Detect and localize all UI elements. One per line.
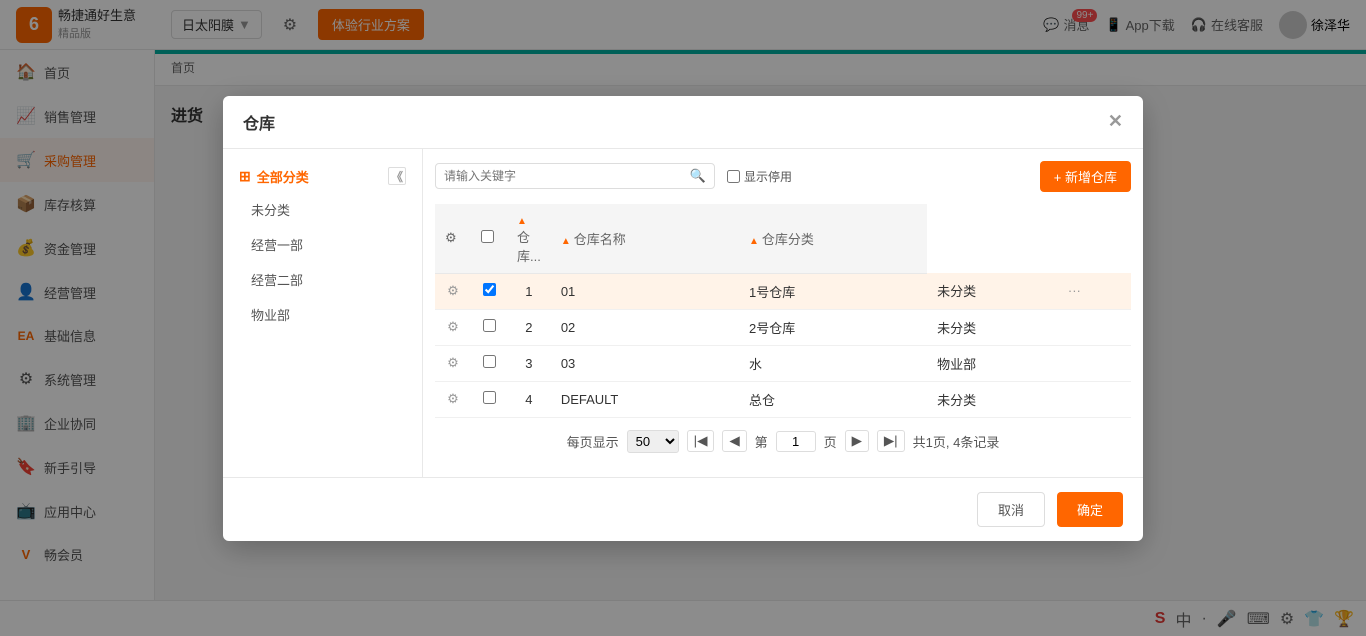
category-item-ops2[interactable]: 经营二部 [223,262,422,297]
row-category: 未分类 [927,381,1058,417]
table-row[interactable]: ⚙ 1 01 1号仓库 未分类 ··· [435,273,1131,309]
row-checkbox-cell [471,309,507,345]
search-icon[interactable]: 🔍 [690,168,706,184]
table-row[interactable]: ⚙ 2 02 2号仓库 未分类 [435,309,1131,345]
row-gear: ⚙ [435,309,471,345]
row-checkbox[interactable] [483,391,496,404]
modal-footer: 取消 确定 [223,477,1143,541]
page-input[interactable] [776,431,816,452]
all-categories-item[interactable]: ⊞ 全部分类 《 [223,161,422,192]
modal-header: 仓库 ✕ [223,96,1143,149]
add-warehouse-button[interactable]: + 新增仓库 [1040,161,1131,192]
select-all-checkbox[interactable] [481,230,494,243]
row-checkbox[interactable] [483,355,496,368]
row-number: 4 [507,381,551,417]
category-panel: ⊞ 全部分类 《 未分类 经营一部 经营二部 物业部 [223,149,423,477]
row-name: 水 [739,345,927,381]
next-page-button[interactable]: ▶ [845,430,869,452]
row-gear: ⚙ [435,345,471,381]
row-name: 1号仓库 [739,273,927,309]
category-item-unclassified[interactable]: 未分类 [223,192,422,227]
row-name: 总仓 [739,381,927,417]
row-checkbox[interactable] [483,319,496,332]
table-header-name: ▲仓库名称 [551,204,739,274]
table-header-settings: ⚙ [435,204,471,274]
modal-body: ⊞ 全部分类 《 未分类 经营一部 经营二部 物业部 🔍 [223,149,1143,477]
per-page-select[interactable]: 50 100 [627,430,679,453]
grid-icon: ⊞ [239,168,251,185]
row-category: 未分类 [927,273,1058,309]
total-label: 共1页, 4条记录 [913,432,1000,451]
row-code: 01 [551,273,739,309]
row-checkbox[interactable] [483,283,496,296]
show-disabled-checkbox[interactable] [727,170,740,183]
confirm-button[interactable]: 确定 [1057,492,1123,527]
search-box[interactable]: 🔍 [435,163,715,189]
row-number: 2 [507,309,551,345]
row-category: 未分类 [927,309,1058,345]
row-name: 2号仓库 [739,309,927,345]
row-more[interactable]: ··· [1058,273,1131,309]
category-item-ops1[interactable]: 经营一部 [223,227,422,262]
first-page-button[interactable]: |◀ [687,430,715,452]
per-page-label: 每页显示 [567,432,619,451]
search-input[interactable] [444,169,690,183]
show-disabled-label: 显示停用 [744,168,792,185]
table-header-code: ▲仓库... [507,204,551,274]
table-header-check [471,204,507,274]
row-category: 物业部 [927,345,1058,381]
row-number: 3 [507,345,551,381]
row-code: DEFAULT [551,381,739,417]
prev-page-button[interactable]: ◀ [722,430,746,452]
table-row[interactable]: ⚙ 4 DEFAULT 总仓 未分类 [435,381,1131,417]
row-checkbox-cell [471,273,507,309]
last-page-button[interactable]: ▶| [877,430,905,452]
table-toolbar: 🔍 显示停用 + 新增仓库 [435,161,1131,192]
row-checkbox-cell [471,345,507,381]
row-code: 03 [551,345,739,381]
row-gear: ⚙ [435,381,471,417]
all-categories-label: 全部分类 [257,167,309,186]
modal-title: 仓库 [243,110,275,134]
pagination: 每页显示 50 100 |◀ ◀ 第 页 ▶ ▶| 共1页, 4条记录 [435,418,1131,465]
modal-overlay: 仓库 ✕ ⊞ 全部分类 《 未分类 经营一部 经营二部 物业部 [0,0,1366,636]
row-number: 1 [507,273,551,309]
row-code: 02 [551,309,739,345]
collapse-button[interactable]: 《 [388,167,406,185]
category-item-property[interactable]: 物业部 [223,297,422,332]
table-panel: 🔍 显示停用 + 新增仓库 ⚙ ▲仓库... [423,149,1143,477]
modal-close-button[interactable]: ✕ [1108,111,1123,132]
row-gear: ⚙ [435,273,471,309]
row-checkbox-cell [471,381,507,417]
table-header-category: ▲仓库分类 [739,204,927,274]
table-row[interactable]: ⚙ 3 03 水 物业部 [435,345,1131,381]
warehouse-table: ⚙ ▲仓库... ▲仓库名称 ▲仓库分类 ⚙ 1 01 1号仓库 未分类 ···… [435,204,1131,418]
show-disabled-toggle[interactable]: 显示停用 [727,168,792,185]
cancel-button[interactable]: 取消 [977,492,1045,527]
page-end-label: 页 [824,432,837,451]
warehouse-modal: 仓库 ✕ ⊞ 全部分类 《 未分类 经营一部 经营二部 物业部 [223,96,1143,541]
page-label: 第 [755,432,768,451]
